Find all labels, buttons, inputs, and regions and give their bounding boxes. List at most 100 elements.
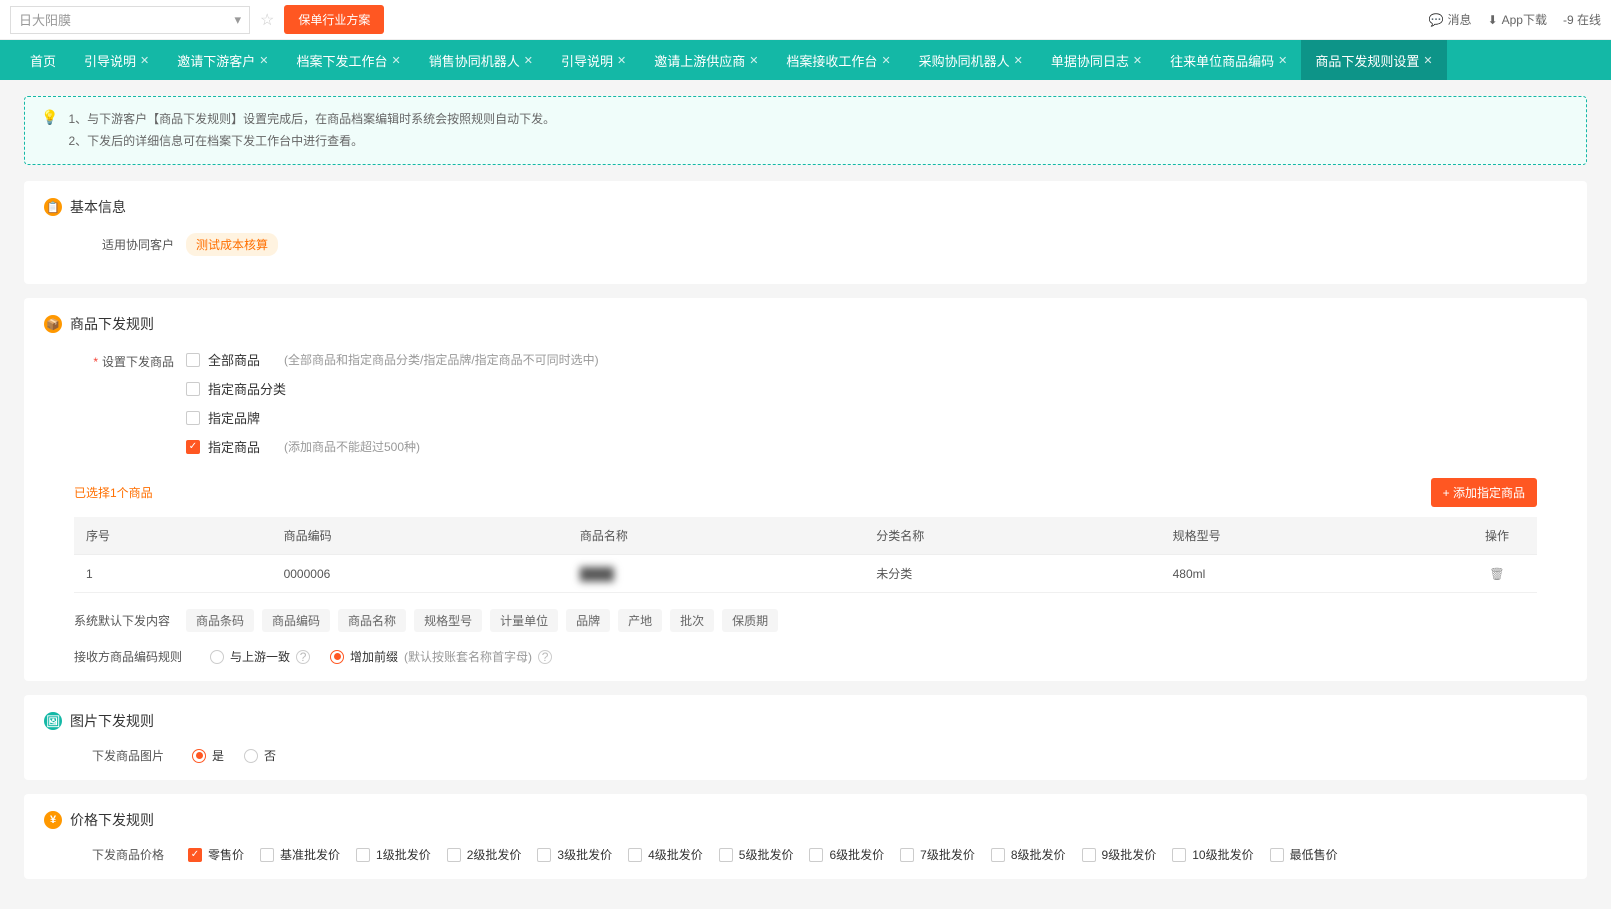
price-option: 4级批发价: [628, 846, 703, 863]
help-icon[interactable]: ?: [296, 650, 310, 664]
nav-tab[interactable]: 引导说明✕: [547, 40, 640, 80]
selected-count: 已选择1个商品: [74, 484, 153, 501]
close-icon[interactable]: ✕: [1423, 54, 1432, 67]
section-title: 基本信息: [70, 197, 126, 217]
close-icon[interactable]: ✕: [749, 54, 758, 67]
radio-pic-no[interactable]: [244, 749, 258, 763]
table-row: 1 0000006 ████ 未分类 480ml 🗑: [74, 555, 1537, 593]
section-icon: 🖼: [44, 712, 62, 730]
org-select[interactable]: 日大阳膜 ▾: [10, 6, 250, 34]
top-bar: 日大阳膜 ▾ ☆ 保单行业方案 💬 消息 ⬇ App下载 -9 在线: [0, 0, 1611, 40]
checkbox-price[interactable]: [260, 848, 274, 862]
price-option: 基准批发价: [260, 846, 340, 863]
content-tag: 商品编码: [262, 609, 330, 632]
checkbox-specific-product[interactable]: ✓: [186, 440, 200, 454]
price-option: 8级批发价: [991, 846, 1066, 863]
close-icon[interactable]: ✕: [881, 54, 890, 67]
close-icon[interactable]: ✕: [524, 54, 533, 67]
radio-add-prefix[interactable]: [330, 650, 344, 664]
close-icon[interactable]: ✕: [1278, 54, 1287, 67]
info-banner: 💡 1、与下游客户【商品下发规则】设置完成后，在商品档案编辑时系统会按照规则自动…: [24, 96, 1587, 165]
nav-tab[interactable]: 往来单位商品编码✕: [1156, 40, 1301, 80]
checkbox-price[interactable]: [537, 848, 551, 862]
nav-tab[interactable]: 邀请下游客户✕: [163, 40, 282, 80]
content-tag: 规格型号: [414, 609, 482, 632]
checkbox-category[interactable]: [186, 382, 200, 396]
content-tag: 商品条码: [186, 609, 254, 632]
content-tag: 计量单位: [490, 609, 558, 632]
nav-tab[interactable]: 邀请上游供应商✕: [640, 40, 772, 80]
content-tag: 品牌: [566, 609, 610, 632]
customer-label: 适用协同客户: [74, 233, 174, 253]
checkbox-price[interactable]: [447, 848, 461, 862]
help-icon[interactable]: ?: [538, 650, 552, 664]
star-icon[interactable]: ☆: [260, 10, 274, 30]
checkbox-price[interactable]: [1270, 848, 1284, 862]
price-option: ✓零售价: [188, 846, 244, 863]
close-icon[interactable]: ✕: [1133, 54, 1142, 67]
content-tag: 保质期: [722, 609, 778, 632]
org-select-value: 日大阳膜: [19, 10, 71, 29]
bulb-icon: 💡: [41, 109, 58, 152]
checkbox-brand[interactable]: [186, 411, 200, 425]
info-text: 1、与下游客户【商品下发规则】设置完成后，在商品档案编辑时系统会按照规则自动下发…: [68, 109, 555, 152]
nav-tab[interactable]: 单据协同日志✕: [1037, 40, 1156, 80]
price-option: 3级批发价: [537, 846, 612, 863]
price-option: 10级批发价: [1172, 846, 1253, 863]
checkbox-price[interactable]: [809, 848, 823, 862]
price-option: 7级批发价: [900, 846, 975, 863]
online-status: -9 在线: [1563, 11, 1601, 28]
nav-tab[interactable]: 商品下发规则设置✕: [1301, 40, 1446, 80]
close-icon[interactable]: ✕: [259, 54, 268, 67]
checkbox-price[interactable]: [900, 848, 914, 862]
price-option: 2级批发价: [447, 846, 522, 863]
industry-plan-button[interactable]: 保单行业方案: [284, 5, 384, 34]
nav-tab[interactable]: 档案接收工作台✕: [772, 40, 904, 80]
close-icon[interactable]: ✕: [140, 54, 149, 67]
close-icon[interactable]: ✕: [392, 54, 401, 67]
nav-tab[interactable]: 采购协同机器人✕: [905, 40, 1037, 80]
product-table: 序号 商品编码 商品名称 分类名称 规格型号 操作 1 0000006 ████…: [74, 517, 1537, 593]
checkbox-price[interactable]: ✓: [188, 848, 202, 862]
close-icon[interactable]: ✕: [1014, 54, 1023, 67]
nav-tab[interactable]: 销售协同机器人✕: [415, 40, 547, 80]
checkbox-all-products[interactable]: [186, 353, 200, 367]
section-icon: 📦: [44, 315, 62, 333]
download-icon: ⬇: [1488, 13, 1498, 27]
checkbox-price[interactable]: [628, 848, 642, 862]
section-icon: 📋: [44, 198, 62, 216]
chevron-down-icon: ▾: [234, 12, 241, 28]
message-link[interactable]: 💬 消息: [1429, 11, 1472, 28]
nav-tab[interactable]: 引导说明✕: [70, 40, 163, 80]
price-option: 5级批发价: [719, 846, 794, 863]
close-icon[interactable]: ✕: [617, 54, 626, 67]
section-title: 商品下发规则: [70, 314, 154, 334]
price-option: 6级批发价: [809, 846, 884, 863]
price-rule-card: ¥ 价格下发规则 下发商品价格 ✓零售价基准批发价1级批发价2级批发价3级批发价…: [24, 794, 1587, 879]
recv-code-rule-row: 接收方商品编码规则 与上游一致 ? 增加前缀 (默认按账套名称首字母) ?: [44, 648, 1567, 665]
price-option: 最低售价: [1270, 846, 1338, 863]
price-option: 9级批发价: [1082, 846, 1157, 863]
customer-tag: 测试成本核算: [186, 233, 278, 256]
price-options-row: 下发商品价格 ✓零售价基准批发价1级批发价2级批发价3级批发价4级批发价5级批发…: [44, 846, 1567, 863]
nav-tabs: 首页引导说明✕邀请下游客户✕档案下发工作台✕销售协同机器人✕引导说明✕邀请上游供…: [0, 40, 1611, 80]
radio-same-as-upstream[interactable]: [210, 650, 224, 664]
app-download-link[interactable]: ⬇ App下载: [1488, 11, 1547, 28]
content-tag: 产地: [618, 609, 662, 632]
section-title: 价格下发规则: [70, 810, 154, 830]
section-icon: ¥: [44, 811, 62, 829]
radio-pic-yes[interactable]: [192, 749, 206, 763]
add-product-button[interactable]: + 添加指定商品: [1431, 478, 1537, 507]
set-product-label: *设置下发商品: [74, 350, 174, 370]
content-tag: 商品名称: [338, 609, 406, 632]
nav-tab[interactable]: 首页: [16, 40, 70, 80]
checkbox-price[interactable]: [1082, 848, 1096, 862]
product-rule-card: 📦 商品下发规则 *设置下发商品 全部商品 (全部商品和指定商品分类/指定品牌/…: [24, 298, 1587, 681]
checkbox-price[interactable]: [1172, 848, 1186, 862]
nav-tab[interactable]: 档案下发工作台✕: [282, 40, 414, 80]
checkbox-price[interactable]: [356, 848, 370, 862]
delete-icon[interactable]: 🗑: [1489, 567, 1504, 581]
checkbox-price[interactable]: [991, 848, 1005, 862]
checkbox-price[interactable]: [719, 848, 733, 862]
table-header-row: 序号 商品编码 商品名称 分类名称 规格型号 操作: [74, 517, 1537, 555]
